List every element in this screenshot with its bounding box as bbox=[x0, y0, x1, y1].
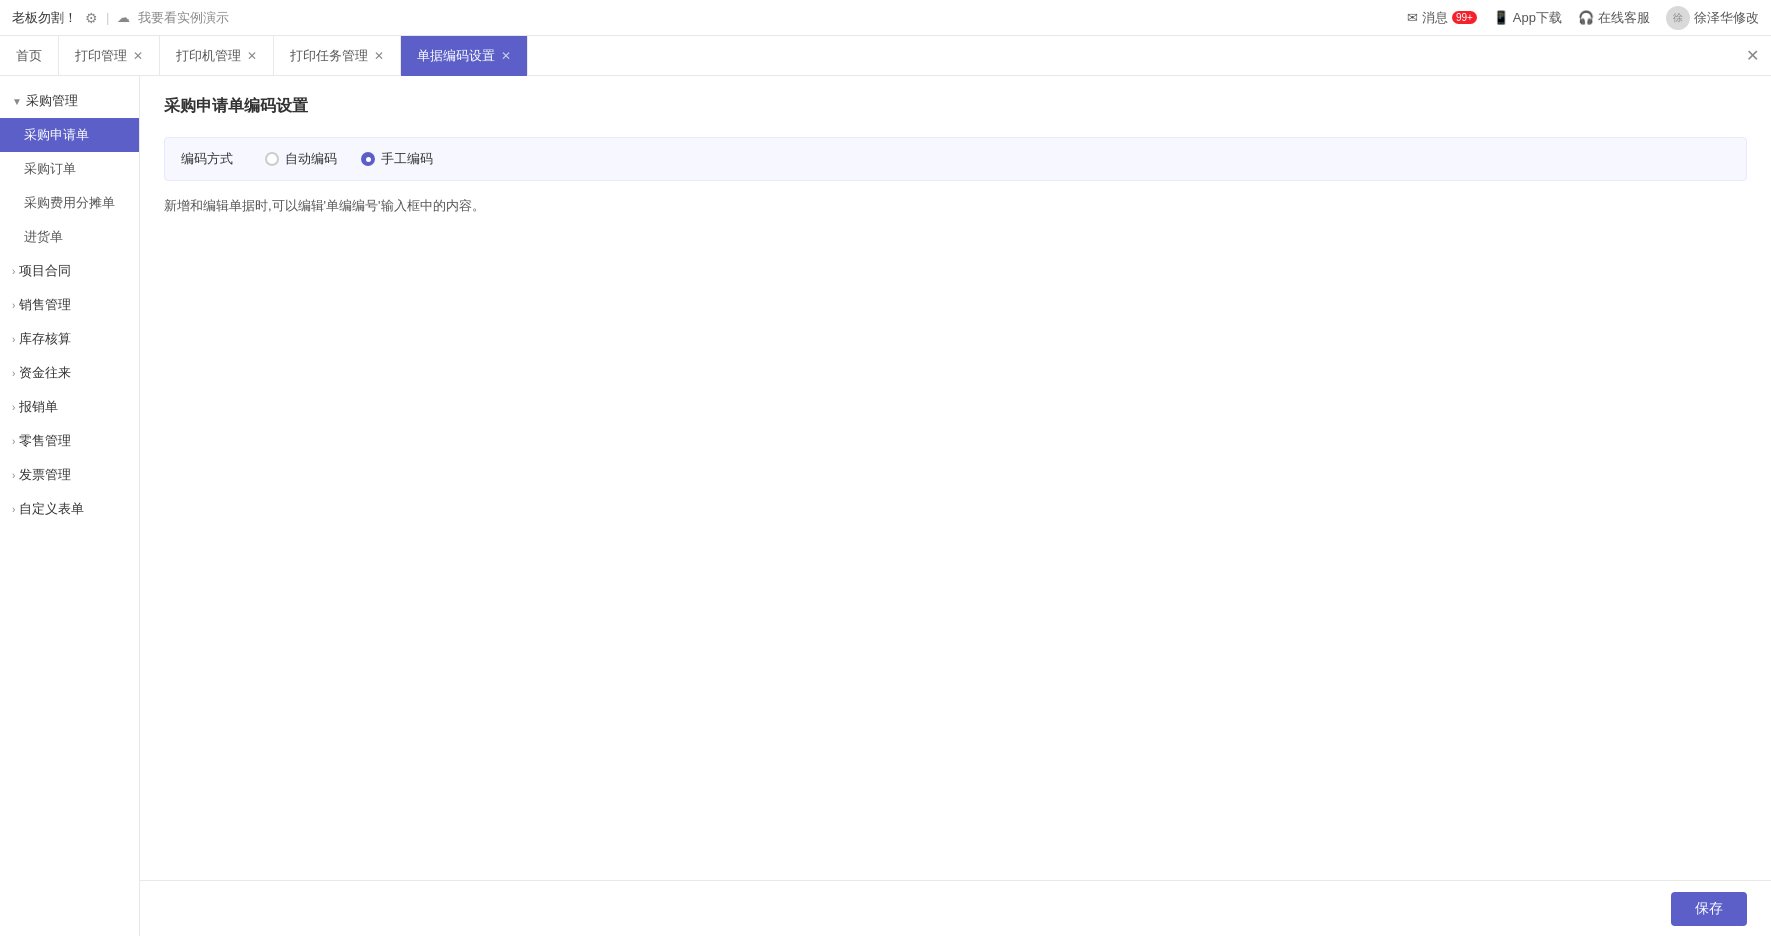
sidebar-group-label-invoice-mgmt: 发票管理 bbox=[19, 466, 71, 484]
avatar: 徐 bbox=[1666, 6, 1690, 30]
top-bar-notice[interactable]: 我要看实例演示 bbox=[138, 9, 229, 27]
message-icon: ✉ bbox=[1407, 10, 1418, 25]
sidebar-group-inventory-calc: › 库存核算 bbox=[0, 322, 139, 356]
sidebar-group-header-custom-forms[interactable]: › 自定义表单 bbox=[0, 492, 139, 526]
app-download-label: App下载 bbox=[1513, 9, 1562, 27]
tab-print-mgmt-label: 打印管理 bbox=[75, 47, 127, 65]
arrow-icon: › bbox=[12, 402, 15, 413]
sidebar-group-returns: › 报销单 bbox=[0, 390, 139, 424]
top-bar-right: ✉ 消息 99+ 📱 App下载 🎧 在线客服 徐 徐泽华修改 bbox=[1407, 6, 1759, 30]
tab-home[interactable]: 首页 bbox=[0, 36, 59, 76]
tab-single-code-settings[interactable]: 单据编码设置 ✕ bbox=[401, 36, 528, 76]
auto-code-radio[interactable]: 自动编码 bbox=[265, 150, 337, 168]
cloud-icon: ☁ bbox=[117, 10, 130, 25]
tab-home-label: 首页 bbox=[16, 47, 42, 65]
sidebar-group-label-purchase-mgmt: 采购管理 bbox=[26, 92, 78, 110]
sidebar-group-label-sales-mgmt: 销售管理 bbox=[19, 296, 71, 314]
coding-section: 编码方式 自动编码 手工编码 bbox=[164, 137, 1747, 181]
tab-single-code-settings-label: 单据编码设置 bbox=[417, 47, 495, 65]
tab-bar-close-all[interactable]: ✕ bbox=[1746, 46, 1771, 65]
sidebar-group-label-returns: 报销单 bbox=[19, 398, 58, 416]
sidebar-group-header-inventory-calc[interactable]: › 库存核算 bbox=[0, 322, 139, 356]
arrow-icon: › bbox=[12, 300, 15, 311]
sidebar-group-header-retail-mgmt[interactable]: › 零售管理 bbox=[0, 424, 139, 458]
content-main: 采购申请单编码设置 编码方式 自动编码 手工编码 bbox=[140, 76, 1771, 880]
top-bar: 老板勿割！ ⚙ | ☁ 我要看实例演示 ✉ 消息 99+ 📱 App下载 🎧 在… bbox=[0, 0, 1771, 36]
sidebar-group-retail-mgmt: › 零售管理 bbox=[0, 424, 139, 458]
tab-printer-mgmt-close[interactable]: ✕ bbox=[247, 50, 257, 62]
sidebar-group-header-returns[interactable]: › 报销单 bbox=[0, 390, 139, 424]
sidebar-group-funds-flow: › 资金往来 bbox=[0, 356, 139, 390]
tab-print-task-mgmt-close[interactable]: ✕ bbox=[374, 50, 384, 62]
auto-code-radio-circle bbox=[265, 152, 279, 166]
arrow-icon: › bbox=[12, 504, 15, 515]
online-service-label: 在线客服 bbox=[1598, 9, 1650, 27]
sidebar-item-purchase-expense[interactable]: 采购费用分摊单 bbox=[0, 186, 139, 220]
sidebar-item-purchase-request[interactable]: 采购申请单 bbox=[0, 118, 139, 152]
arrow-icon: › bbox=[12, 368, 15, 379]
sidebar: ▼ 采购管理 采购申请单 采购订单 采购费用分摊单 进货单 › 项目合同 › 销… bbox=[0, 76, 140, 936]
arrow-icon: › bbox=[12, 470, 15, 481]
page-title: 采购申请单编码设置 bbox=[164, 96, 1747, 117]
description-text: 新增和编辑单据时,可以编辑'单编编号'输入框中的内容。 bbox=[164, 197, 1747, 215]
arrow-icon: › bbox=[12, 266, 15, 277]
coding-mode-label: 编码方式 bbox=[181, 150, 233, 168]
manual-code-radio-circle bbox=[361, 152, 375, 166]
auto-code-label: 自动编码 bbox=[285, 150, 337, 168]
divider: | bbox=[106, 10, 109, 25]
tab-single-code-settings-close[interactable]: ✕ bbox=[501, 50, 511, 62]
tab-print-mgmt-close[interactable]: ✕ bbox=[133, 50, 143, 62]
online-service-button[interactable]: 🎧 在线客服 bbox=[1578, 9, 1650, 27]
message-label: 消息 bbox=[1422, 9, 1448, 27]
sidebar-group-purchase-mgmt: ▼ 采购管理 采购申请单 采购订单 采购费用分摊单 进货单 bbox=[0, 84, 139, 254]
sidebar-group-header-purchase-mgmt[interactable]: ▼ 采购管理 bbox=[0, 84, 139, 118]
user-menu-button[interactable]: 徐 徐泽华修改 bbox=[1666, 6, 1759, 30]
top-bar-title: 老板勿割！ bbox=[12, 9, 77, 27]
main-layout: ▼ 采购管理 采购申请单 采购订单 采购费用分摊单 进货单 › 项目合同 › 销… bbox=[0, 76, 1771, 936]
message-button[interactable]: ✉ 消息 99+ bbox=[1407, 9, 1477, 27]
sidebar-group-label-custom-forms: 自定义表单 bbox=[19, 500, 84, 518]
sidebar-group-label-project-contract: 项目合同 bbox=[19, 262, 71, 280]
tab-print-mgmt[interactable]: 打印管理 ✕ bbox=[59, 36, 160, 76]
tab-print-task-mgmt-label: 打印任务管理 bbox=[290, 47, 368, 65]
sidebar-group-label-retail-mgmt: 零售管理 bbox=[19, 432, 71, 450]
tab-print-task-mgmt[interactable]: 打印任务管理 ✕ bbox=[274, 36, 401, 76]
top-bar-left: 老板勿割！ ⚙ | ☁ 我要看实例演示 bbox=[12, 9, 229, 27]
message-badge: 99+ bbox=[1452, 11, 1477, 24]
content-area: 采购申请单编码设置 编码方式 自动编码 手工编码 bbox=[140, 76, 1771, 936]
user-name: 徐泽华修改 bbox=[1694, 9, 1759, 27]
sidebar-group-sales-mgmt: › 销售管理 bbox=[0, 288, 139, 322]
sidebar-item-incoming-order[interactable]: 进货单 bbox=[0, 220, 139, 254]
tab-bar: 首页 打印管理 ✕ 打印机管理 ✕ 打印任务管理 ✕ 单据编码设置 ✕ ✕ bbox=[0, 36, 1771, 76]
manual-code-label: 手工编码 bbox=[381, 150, 433, 168]
app-download-button[interactable]: 📱 App下载 bbox=[1493, 9, 1562, 27]
sidebar-group-label-inventory-calc: 库存核算 bbox=[19, 330, 71, 348]
sidebar-group-label-funds-flow: 资金往来 bbox=[19, 364, 71, 382]
headset-icon: 🎧 bbox=[1578, 10, 1594, 25]
tab-printer-mgmt[interactable]: 打印机管理 ✕ bbox=[160, 36, 274, 76]
sidebar-group-header-sales-mgmt[interactable]: › 销售管理 bbox=[0, 288, 139, 322]
sidebar-group-header-funds-flow[interactable]: › 资金往来 bbox=[0, 356, 139, 390]
arrow-icon: › bbox=[12, 436, 15, 447]
save-button[interactable]: 保存 bbox=[1671, 892, 1747, 926]
sidebar-group-header-invoice-mgmt[interactable]: › 发票管理 bbox=[0, 458, 139, 492]
coding-row: 编码方式 自动编码 手工编码 bbox=[181, 150, 1730, 168]
arrow-icon: ▼ bbox=[12, 96, 22, 107]
arrow-icon: › bbox=[12, 334, 15, 345]
sidebar-group-custom-forms: › 自定义表单 bbox=[0, 492, 139, 526]
sidebar-group-invoice-mgmt: › 发票管理 bbox=[0, 458, 139, 492]
content-footer: 保存 bbox=[140, 880, 1771, 936]
sidebar-group-project-contract: › 项目合同 bbox=[0, 254, 139, 288]
tab-printer-mgmt-label: 打印机管理 bbox=[176, 47, 241, 65]
sidebar-item-purchase-order[interactable]: 采购订单 bbox=[0, 152, 139, 186]
sidebar-group-header-project-contract[interactable]: › 项目合同 bbox=[0, 254, 139, 288]
manual-code-radio[interactable]: 手工编码 bbox=[361, 150, 433, 168]
app-icon: 📱 bbox=[1493, 10, 1509, 25]
settings-icon[interactable]: ⚙ bbox=[85, 10, 98, 26]
